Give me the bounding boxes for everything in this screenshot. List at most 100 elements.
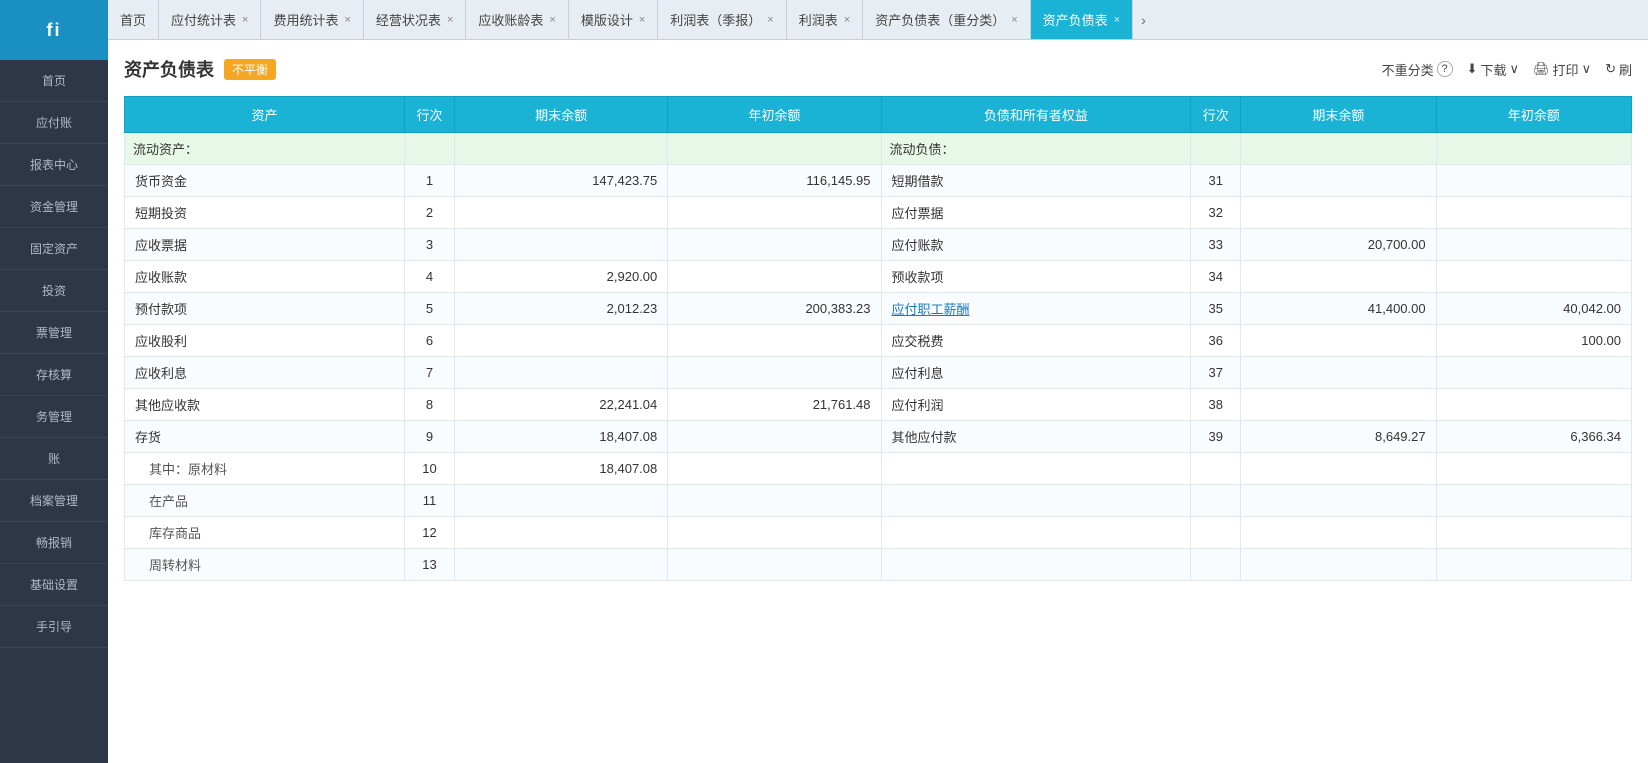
tab-close-profit[interactable]: × xyxy=(844,14,850,26)
right-item[interactable]: 短期借款 xyxy=(881,165,1191,197)
right-end-balance xyxy=(1241,389,1436,421)
sidebar-item-basic-settings[interactable]: 基础设置 xyxy=(0,564,108,606)
sidebar-item-fund-mgmt[interactable]: 资金管理 xyxy=(0,186,108,228)
left-end-balance: 18,407.08 xyxy=(455,453,668,485)
left-item[interactable]: 其中：原材料 xyxy=(125,453,405,485)
right-start-balance xyxy=(1436,517,1631,549)
left-end-balance: 18,407.08 xyxy=(455,421,668,453)
tab-ap-stats[interactable]: 应付统计表 × xyxy=(159,0,261,39)
left-row-num: 12 xyxy=(405,517,455,549)
left-item[interactable]: 预付款项 xyxy=(125,293,405,325)
left-item[interactable]: 应收账款 xyxy=(125,261,405,293)
tab-close-operation[interactable]: × xyxy=(447,14,453,26)
sidebar-item-report-center[interactable]: 报表中心 xyxy=(0,144,108,186)
download-button[interactable]: ⬇ 下载 ∨ xyxy=(1467,60,1519,79)
right-section-label: 流动负债： xyxy=(881,133,1191,165)
tab-ar-aging[interactable]: 应收账龄表 × xyxy=(466,0,568,39)
right-row-num: 34 xyxy=(1191,261,1241,293)
right-item[interactable]: 应交税费 xyxy=(881,325,1191,357)
refresh-button[interactable]: ↻ 刷 xyxy=(1605,60,1632,79)
tab-profit[interactable]: 利润表 × xyxy=(787,0,863,39)
tab-close-balance-sheet[interactable]: × xyxy=(1114,14,1120,26)
sidebar-item-doc-mgmt[interactable]: 档案管理 xyxy=(0,480,108,522)
left-item[interactable]: 库存商品 xyxy=(125,517,405,549)
right-start-balance xyxy=(1436,197,1631,229)
left-item[interactable]: 货币资金 xyxy=(125,165,405,197)
tab-close-template[interactable]: × xyxy=(639,14,645,26)
right-end-balance xyxy=(1241,325,1436,357)
right-end-balance: 41,400.00 xyxy=(1241,293,1436,325)
right-item[interactable]: 应付职工薪酬 xyxy=(881,293,1191,325)
right-item[interactable]: 应付利润 xyxy=(881,389,1191,421)
tab-home[interactable]: 首页 xyxy=(108,0,159,39)
tab-close-ap-stats[interactable]: × xyxy=(242,14,248,26)
left-start-balance xyxy=(668,261,881,293)
col-assets: 资产 xyxy=(125,97,405,133)
sidebar-item-accounts[interactable]: 账 xyxy=(0,438,108,480)
sidebar-item-home[interactable]: 首页 xyxy=(0,60,108,102)
tab-balance-reclassified[interactable]: 资产负债表（重分类） × xyxy=(863,0,1030,39)
right-item[interactable] xyxy=(881,485,1191,517)
left-item[interactable]: 应收票据 xyxy=(125,229,405,261)
right-end-balance xyxy=(1241,517,1436,549)
left-row-num: 2 xyxy=(405,197,455,229)
col-liabilities: 负债和所有者权益 xyxy=(881,97,1191,133)
table-row: 应收利息 7 应付利息 37 xyxy=(125,357,1632,389)
download-chevron-icon: ∨ xyxy=(1510,61,1520,77)
sidebar-item-bill-mgmt[interactable]: 票管理 xyxy=(0,312,108,354)
left-start-balance xyxy=(668,229,881,261)
tab-balance-sheet[interactable]: 资产负债表 × xyxy=(1031,0,1133,39)
left-item[interactable]: 周转材料 xyxy=(125,549,405,581)
help-icon[interactable]: ? xyxy=(1437,61,1453,77)
no-reclassify-button[interactable]: 不重分类 ? xyxy=(1382,60,1453,79)
tab-close-balance-reclassified[interactable]: × xyxy=(1011,14,1017,26)
right-item[interactable]: 预收款项 xyxy=(881,261,1191,293)
left-item[interactable]: 短期投资 xyxy=(125,197,405,229)
sidebar-item-tax-mgmt[interactable]: 务管理 xyxy=(0,396,108,438)
left-end-balance xyxy=(455,197,668,229)
right-item[interactable] xyxy=(881,517,1191,549)
tab-close-ar-aging[interactable]: × xyxy=(549,14,555,26)
left-item[interactable]: 应收股利 xyxy=(125,325,405,357)
right-item[interactable]: 应付票据 xyxy=(881,197,1191,229)
right-item[interactable] xyxy=(881,549,1191,581)
right-end-balance: 20,700.00 xyxy=(1241,229,1436,261)
left-item[interactable]: 存货 xyxy=(125,421,405,453)
left-end-balance: 22,241.04 xyxy=(455,389,668,421)
tab-scroll-right[interactable]: › xyxy=(1133,12,1154,28)
right-row-num: 32 xyxy=(1191,197,1241,229)
left-item[interactable]: 在产品 xyxy=(125,485,405,517)
sidebar-item-fixed-assets[interactable]: 固定资产 xyxy=(0,228,108,270)
left-start-balance xyxy=(668,485,881,517)
sidebar-item-investment[interactable]: 投资 xyxy=(0,270,108,312)
left-row-num: 3 xyxy=(405,229,455,261)
left-end-balance xyxy=(455,357,668,389)
sidebar-item-accounts-payable[interactable]: 应付账 xyxy=(0,102,108,144)
sidebar-logo: fi xyxy=(0,0,108,60)
sidebar-item-sales[interactable]: 畅报销 xyxy=(0,522,108,564)
left-start-balance xyxy=(668,517,881,549)
tab-template-design[interactable]: 模版设计 × xyxy=(569,0,658,39)
left-row-num: 11 xyxy=(405,485,455,517)
left-item[interactable]: 应收利息 xyxy=(125,357,405,389)
tab-profit-quarterly[interactable]: 利润表（季报） × xyxy=(658,0,786,39)
main-area: 首页 应付统计表 × 费用统计表 × 经营状况表 × 应收账龄表 × 模版设计 … xyxy=(108,0,1648,763)
left-item[interactable]: 其他应收款 xyxy=(125,389,405,421)
right-end-balance xyxy=(1241,549,1436,581)
right-item[interactable] xyxy=(881,453,1191,485)
tab-close-profit-quarterly[interactable]: × xyxy=(767,14,773,26)
col-row-num-right: 行次 xyxy=(1191,97,1241,133)
col-start-balance-left: 年初余额 xyxy=(668,97,881,133)
print-button[interactable]: 🖨 打印 ∨ xyxy=(1533,60,1591,79)
right-start-balance: 100.00 xyxy=(1436,325,1631,357)
right-item[interactable]: 应付账款 xyxy=(881,229,1191,261)
sidebar-item-guide[interactable]: 手引导 xyxy=(0,606,108,648)
right-item[interactable]: 其他应付款 xyxy=(881,421,1191,453)
sidebar-item-inventory-calc[interactable]: 存核算 xyxy=(0,354,108,396)
tab-expense-stats[interactable]: 费用统计表 × xyxy=(261,0,363,39)
right-end-balance xyxy=(1241,261,1436,293)
tab-close-expense-stats[interactable]: × xyxy=(344,14,350,26)
tab-operation-status[interactable]: 经营状况表 × xyxy=(364,0,466,39)
right-start-balance xyxy=(1436,229,1631,261)
right-item[interactable]: 应付利息 xyxy=(881,357,1191,389)
